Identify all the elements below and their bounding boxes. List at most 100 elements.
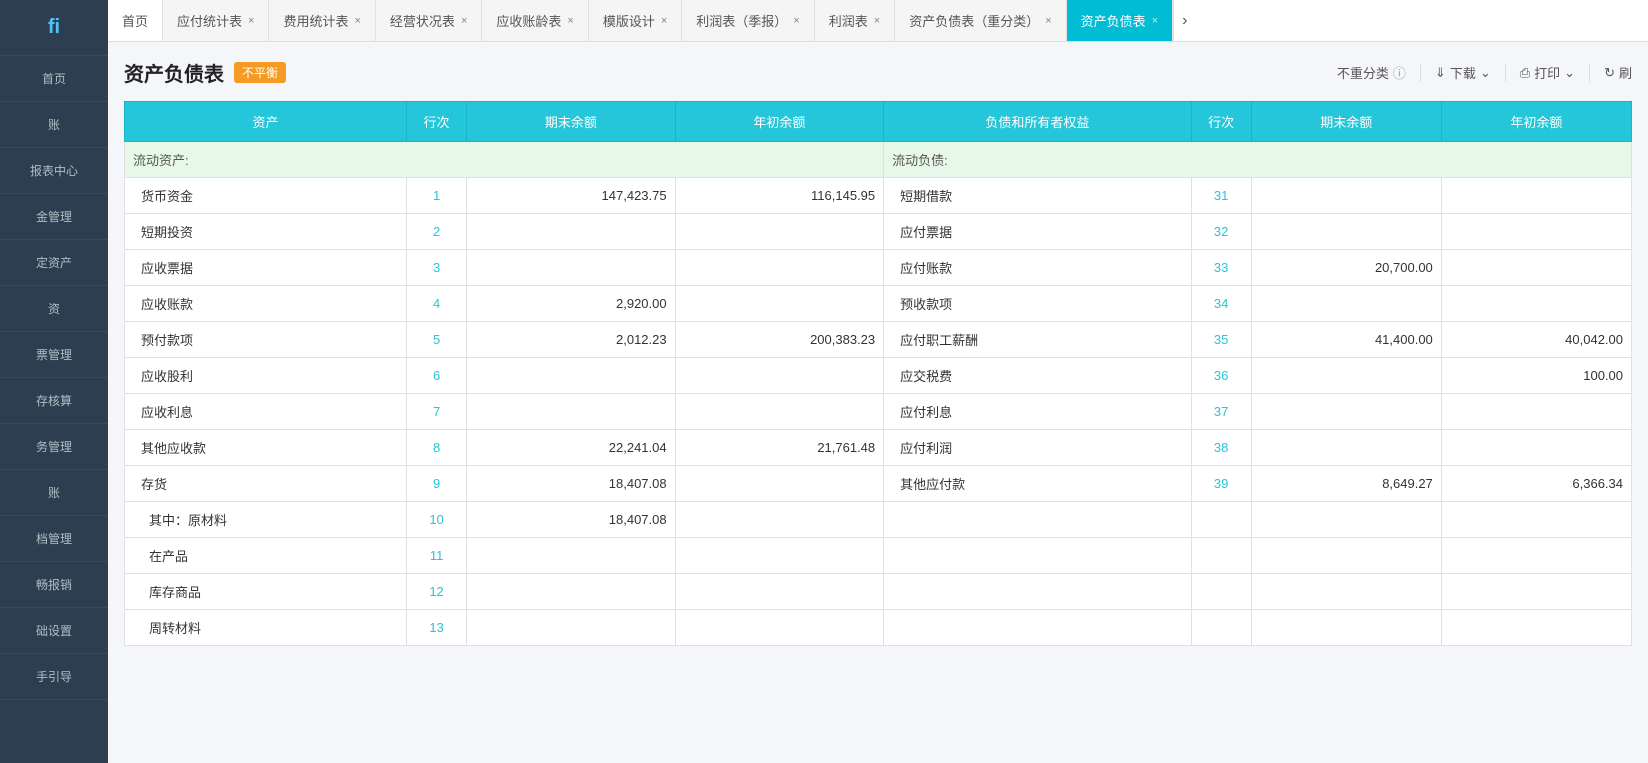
liability-label: 应付票据 [884,214,1191,250]
sidebar-item-capital[interactable]: 资 [0,286,108,332]
tab-scroll-right[interactable]: › [1173,0,1195,42]
year-start2: 40,042.00 [1441,322,1631,358]
year-start [675,466,884,502]
year-start2 [1441,214,1631,250]
row-number2: 33 [1191,250,1251,286]
sidebar-item-account[interactable]: 账 [0,102,108,148]
sidebar-item-report-center[interactable]: 报表中心 [0,148,108,194]
asset-label: 短期投资 [125,214,407,250]
close-tab-bs-reclassify[interactable]: × [1045,15,1051,27]
no-reclassify-btn[interactable]: 不重分类 ⓘ [1337,63,1406,82]
year-start [675,610,884,646]
sidebar-item-finance[interactable]: 金管理 [0,194,108,240]
sidebar-item-inventory[interactable]: 存核算 [0,378,108,424]
tab-profit-q[interactable]: 利润表（季报） × [682,0,814,42]
row-number2: 38 [1191,430,1251,466]
end-balance2: 20,700.00 [1251,250,1441,286]
liability-label: 应付利润 [884,430,1191,466]
liability-label: 应付账款 [884,250,1191,286]
download-icon: ⇓ [1435,65,1446,81]
tab-bar: 首页 应付统计表 × 费用统计表 × 经营状况表 × 应收账龄表 × 模版设计 … [108,0,1648,42]
year-start2 [1441,538,1631,574]
year-start: 200,383.23 [675,322,884,358]
close-tab-expense-stat[interactable]: × [354,15,360,27]
sidebar-item-ledger[interactable]: 账 [0,470,108,516]
download-btn[interactable]: ⇓ 下载 ⌄ [1435,63,1491,82]
asset-label: 预付款项 [125,322,407,358]
header-year-start2: 年初余额 [1441,102,1631,142]
table-row: 应收票据 3 应付账款 33 20,700.00 [125,250,1632,286]
end-balance: 147,423.75 [467,178,676,214]
table-row: 应收利息 7 应付利息 37 [125,394,1632,430]
table-row: 预付款项 5 2,012.23 200,383.23 应付职工薪酬 35 41,… [125,322,1632,358]
end-balance2 [1251,574,1441,610]
tab-ap-stat[interactable]: 应付统计表 × [163,0,269,42]
close-tab-profit[interactable]: × [874,15,880,27]
end-balance: 2,012.23 [467,322,676,358]
print-btn[interactable]: ⎙ 打印 ⌄ [1520,63,1575,82]
year-start [675,214,884,250]
end-balance [467,610,676,646]
table-row: 周转材料 13 [125,610,1632,646]
row-number2: 34 [1191,286,1251,322]
row-number: 10 [407,502,467,538]
close-tab-operation[interactable]: × [461,15,467,27]
sidebar-item-fixed-assets[interactable]: 定资产 [0,240,108,286]
end-balance2 [1251,430,1441,466]
help-icon: ⓘ [1393,63,1406,82]
sidebar-item-tax[interactable]: 务管理 [0,424,108,470]
end-balance2: 8,649.27 [1251,466,1441,502]
end-balance: 18,407.08 [467,502,676,538]
tab-bs[interactable]: 资产负债表 × [1067,0,1173,42]
tab-profit[interactable]: 利润表 × [815,0,895,42]
asset-label: 货币资金 [125,178,407,214]
liability-label: 预收款项 [884,286,1191,322]
sidebar-item-guide[interactable]: 手引导 [0,654,108,700]
header-end-balance2: 期末余额 [1251,102,1441,142]
year-start2: 6,366.34 [1441,466,1631,502]
main-area: 首页 应付统计表 × 费用统计表 × 经营状况表 × 应收账龄表 × 模版设计 … [108,0,1648,763]
header-row-num2: 行次 [1191,102,1251,142]
close-tab-template[interactable]: × [661,15,667,27]
asset-label: 存货 [125,466,407,502]
end-balance2 [1251,358,1441,394]
balance-sheet-table: 资产 行次 期末余额 年初余额 负债和所有者权益 行次 期末余额 年初余额 流动… [124,101,1632,646]
end-balance2: 41,400.00 [1251,322,1441,358]
sidebar-item-settings[interactable]: 础设置 [0,608,108,654]
close-tab-ap-stat[interactable]: × [248,15,254,27]
end-balance2 [1251,502,1441,538]
tab-template[interactable]: 模版设计 × [589,0,682,42]
year-start2: 100.00 [1441,358,1631,394]
sidebar-item-ticket[interactable]: 票管理 [0,332,108,378]
refresh-btn[interactable]: ↻ 刷 [1604,63,1632,82]
liability-label [884,502,1191,538]
sidebar-item-expense[interactable]: 畅报销 [0,562,108,608]
row-number2: 31 [1191,178,1251,214]
close-tab-ar-aging[interactable]: × [567,15,573,27]
asset-label: 其他应收款 [125,430,407,466]
row-number2 [1191,502,1251,538]
tab-operation[interactable]: 经营状况表 × [376,0,482,42]
sidebar-item-archive[interactable]: 档管理 [0,516,108,562]
page-title: 资产负债表 [124,58,224,87]
close-tab-profit-q[interactable]: × [793,15,799,27]
tab-home[interactable]: 首页 [108,0,163,42]
refresh-icon: ↻ [1604,65,1615,81]
sidebar-logo: fi [0,0,108,56]
end-balance [467,250,676,286]
tab-expense-stat[interactable]: 费用统计表 × [269,0,375,42]
tab-bs-reclassify[interactable]: 资产负债表（重分类） × [895,0,1066,42]
tab-ar-aging[interactable]: 应收账龄表 × [482,0,588,42]
close-tab-bs[interactable]: × [1152,15,1158,27]
row-number2: 36 [1191,358,1251,394]
asset-label: 在产品 [125,538,407,574]
year-start [675,574,884,610]
sidebar-item-home[interactable]: 首页 [0,56,108,102]
header-year-start: 年初余额 [675,102,884,142]
category-liability: 流动负债: [884,142,1632,178]
year-start [675,358,884,394]
year-start [675,286,884,322]
table-row: 库存商品 12 [125,574,1632,610]
table-row: 应收股利 6 应交税费 36 100.00 [125,358,1632,394]
asset-label: 周转材料 [125,610,407,646]
